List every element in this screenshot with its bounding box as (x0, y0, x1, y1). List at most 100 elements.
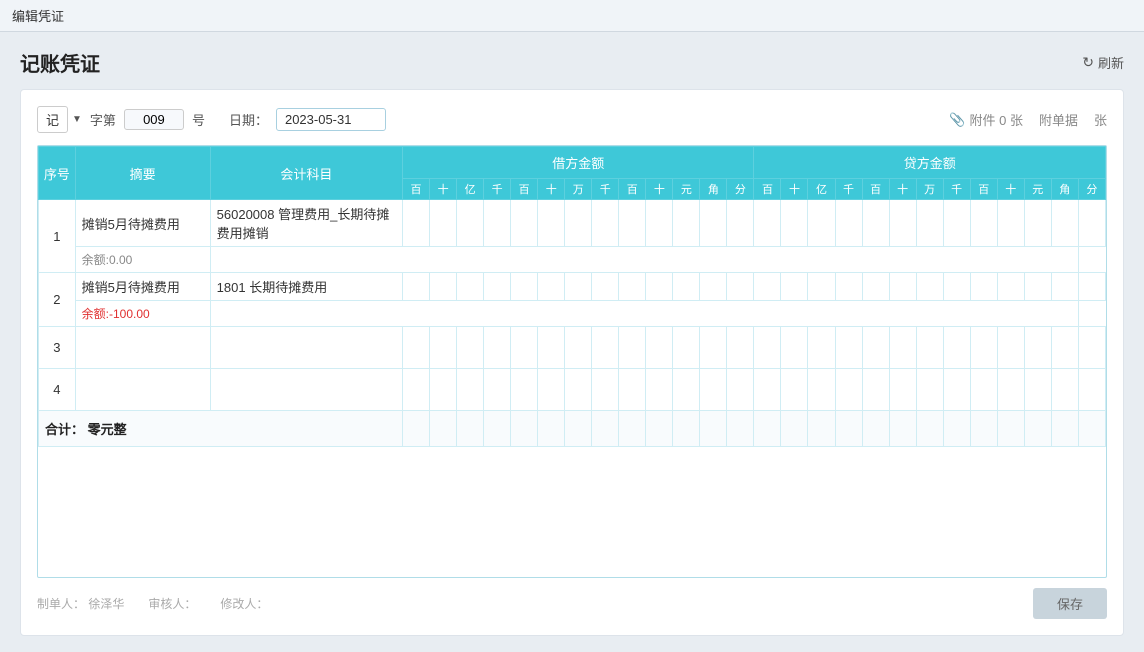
d4-1[interactable] (403, 369, 430, 411)
c4-3[interactable] (808, 369, 835, 411)
c1-6[interactable] (889, 200, 916, 247)
voucher-number-input[interactable] (124, 109, 184, 130)
d1-4[interactable] (484, 200, 511, 247)
date-input[interactable] (276, 108, 386, 131)
attach-link[interactable]: 📎 附件 0 张 (949, 110, 1023, 129)
c3-1[interactable] (754, 327, 781, 369)
c2-8[interactable] (943, 273, 970, 301)
attach-doc-button[interactable]: 附单据 (1039, 110, 1078, 129)
c3-9[interactable] (970, 327, 997, 369)
d4-6[interactable] (538, 369, 565, 411)
d4-12[interactable] (700, 369, 727, 411)
d4-4[interactable] (484, 369, 511, 411)
c3-8[interactable] (943, 327, 970, 369)
row-summary-4[interactable] (75, 369, 210, 411)
c2-1[interactable] (754, 273, 781, 301)
row-account-2[interactable]: 1801 长期待摊费用 (210, 273, 402, 301)
d3-2[interactable] (430, 327, 457, 369)
save-button[interactable]: 保存 (1033, 588, 1107, 619)
d2-9[interactable] (619, 273, 646, 301)
c4-4[interactable] (835, 369, 862, 411)
d3-3[interactable] (457, 327, 484, 369)
c4-13[interactable] (1078, 369, 1105, 411)
c1-8[interactable] (943, 200, 970, 247)
d4-3[interactable] (457, 369, 484, 411)
d2-1[interactable] (403, 273, 430, 301)
d1-2[interactable] (430, 200, 457, 247)
c1-1[interactable] (754, 200, 781, 247)
d1-7[interactable] (565, 200, 592, 247)
d2-3[interactable] (457, 273, 484, 301)
d1-5[interactable] (511, 200, 538, 247)
d3-6[interactable] (538, 327, 565, 369)
c1-7[interactable] (916, 200, 943, 247)
row-account-4[interactable] (210, 369, 402, 411)
d4-9[interactable] (619, 369, 646, 411)
table-row[interactable]: 4 (39, 369, 1106, 411)
d3-10[interactable] (646, 327, 673, 369)
d4-8[interactable] (592, 369, 619, 411)
c4-12[interactable] (1051, 369, 1078, 411)
d2-7[interactable] (565, 273, 592, 301)
c2-4[interactable] (835, 273, 862, 301)
row-summary-1[interactable]: 摊销5月待摊费用 (75, 200, 210, 247)
c4-6[interactable] (889, 369, 916, 411)
refresh-button[interactable]: ↻ 刷新 (1082, 53, 1124, 72)
row-summary-2[interactable]: 摊销5月待摊费用 (75, 273, 210, 301)
c1-12[interactable] (1051, 200, 1078, 247)
c3-5[interactable] (862, 327, 889, 369)
d4-5[interactable] (511, 369, 538, 411)
d1-13[interactable] (727, 200, 754, 247)
d2-6[interactable] (538, 273, 565, 301)
d3-13[interactable] (727, 327, 754, 369)
d1-11[interactable] (673, 200, 700, 247)
d3-4[interactable] (484, 327, 511, 369)
d1-12[interactable] (700, 200, 727, 247)
d2-5[interactable] (511, 273, 538, 301)
c3-13[interactable] (1078, 327, 1105, 369)
c3-3[interactable] (808, 327, 835, 369)
d3-7[interactable] (565, 327, 592, 369)
c1-11[interactable] (1024, 200, 1051, 247)
c2-10[interactable] (997, 273, 1024, 301)
c2-6[interactable] (889, 273, 916, 301)
c2-11[interactable] (1024, 273, 1051, 301)
c4-11[interactable] (1024, 369, 1051, 411)
c1-9[interactable] (970, 200, 997, 247)
d2-12[interactable] (700, 273, 727, 301)
c2-7[interactable] (916, 273, 943, 301)
d3-12[interactable] (700, 327, 727, 369)
c4-10[interactable] (997, 369, 1024, 411)
d3-1[interactable] (403, 327, 430, 369)
c3-2[interactable] (781, 327, 808, 369)
c3-10[interactable] (997, 327, 1024, 369)
d3-11[interactable] (673, 327, 700, 369)
c4-1[interactable] (754, 369, 781, 411)
d2-8[interactable] (592, 273, 619, 301)
c1-5[interactable] (862, 200, 889, 247)
d1-8[interactable] (592, 200, 619, 247)
voucher-type-button[interactable]: 记 (37, 106, 68, 133)
c2-2[interactable] (781, 273, 808, 301)
table-row[interactable]: 3 (39, 327, 1106, 369)
d2-10[interactable] (646, 273, 673, 301)
c2-5[interactable] (862, 273, 889, 301)
table-row[interactable]: 1 摊销5月待摊费用 56020008 管理费用_长期待摊费用摊销 (39, 200, 1106, 247)
d2-2[interactable] (430, 273, 457, 301)
c1-10[interactable] (997, 200, 1024, 247)
row-account-1[interactable]: 56020008 管理费用_长期待摊费用摊销 (210, 200, 402, 247)
c4-2[interactable] (781, 369, 808, 411)
c4-5[interactable] (862, 369, 889, 411)
dropdown-icon[interactable]: ▼ (72, 114, 82, 125)
d3-9[interactable] (619, 327, 646, 369)
d1-3[interactable] (457, 200, 484, 247)
c2-12[interactable] (1051, 273, 1078, 301)
d2-4[interactable] (484, 273, 511, 301)
d2-11[interactable] (673, 273, 700, 301)
table-row[interactable]: 2 摊销5月待摊费用 1801 长期待摊费用 (39, 273, 1106, 301)
c3-4[interactable] (835, 327, 862, 369)
d1-6[interactable] (538, 200, 565, 247)
d4-10[interactable] (646, 369, 673, 411)
c3-12[interactable] (1051, 327, 1078, 369)
d1-9[interactable] (619, 200, 646, 247)
